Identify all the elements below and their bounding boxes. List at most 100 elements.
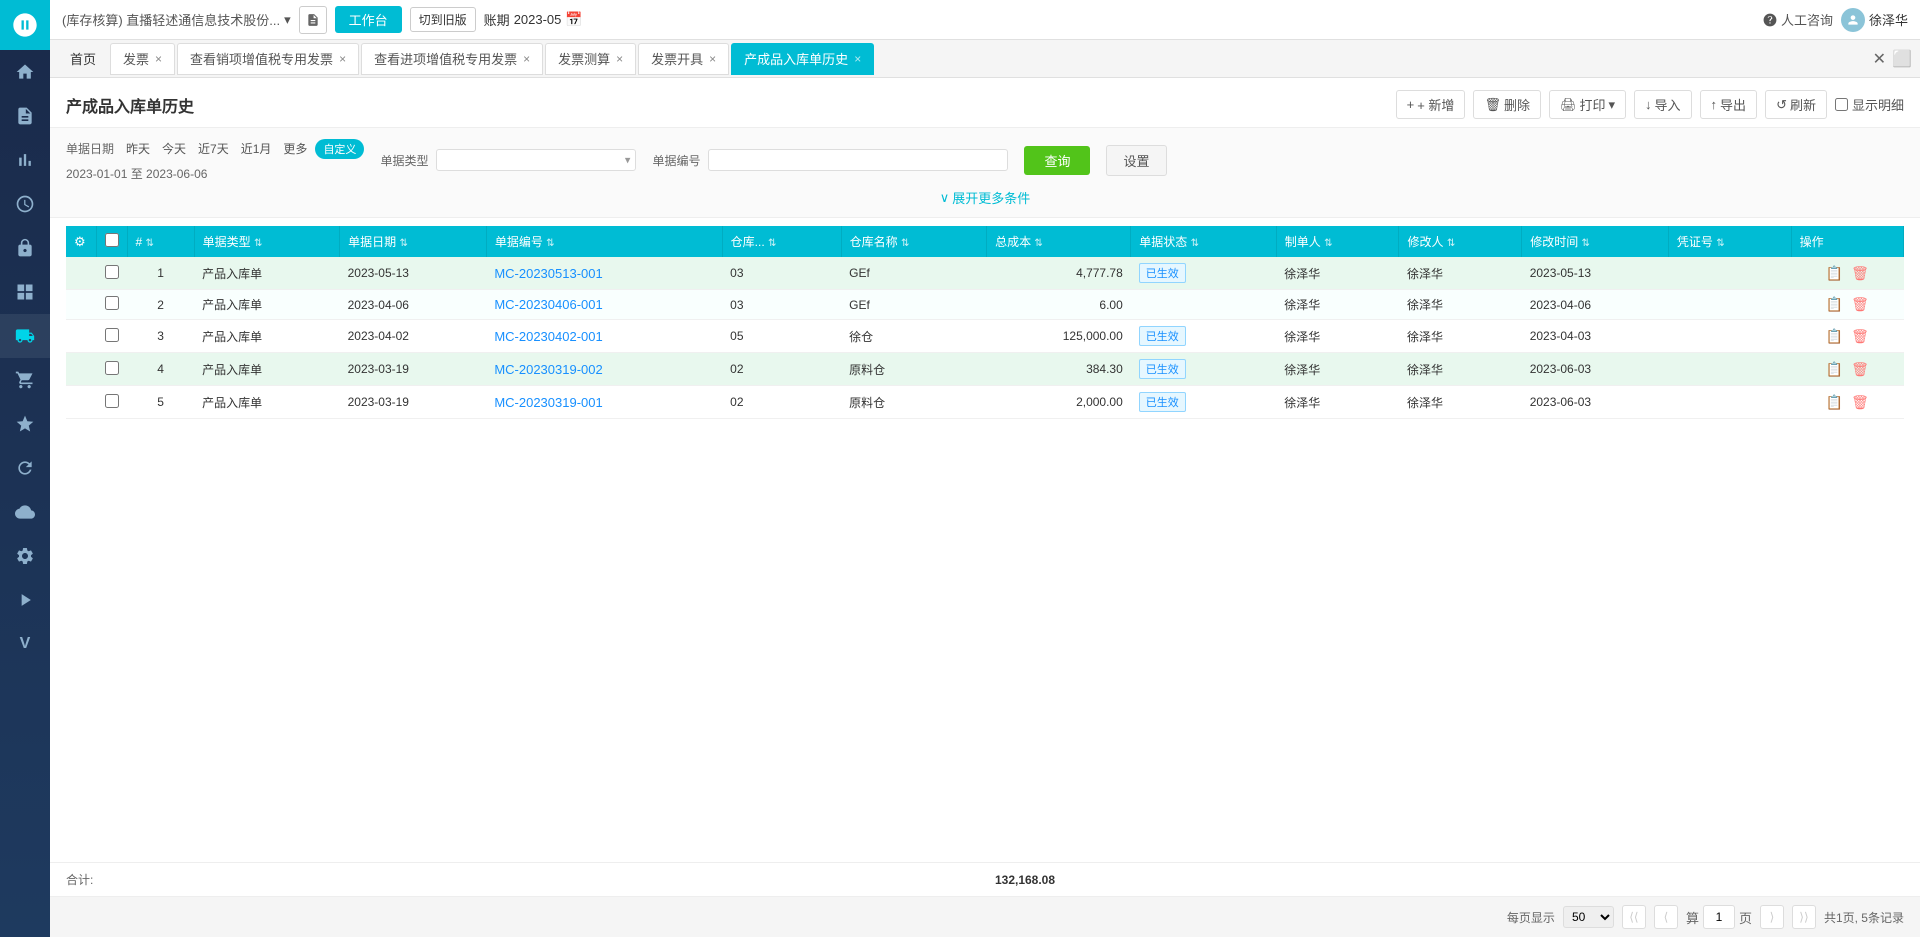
th-voucher[interactable]: 凭证号 ⇅: [1668, 226, 1791, 257]
company-dropdown-icon[interactable]: ▾: [284, 12, 291, 28]
select-all-checkbox[interactable]: [105, 233, 119, 247]
next-page-button[interactable]: ⟩: [1760, 905, 1784, 929]
delete-button[interactable]: 🗑 删除: [1473, 90, 1541, 119]
delete-icon-1[interactable]: 🗑: [1851, 296, 1869, 313]
shortcut-more[interactable]: 更多: [279, 138, 311, 159]
edit-icon-2[interactable]: 📋: [1826, 328, 1843, 345]
th-total-cost[interactable]: 总成本 ⇅: [987, 226, 1131, 257]
display-detail-checkbox[interactable]: [1835, 98, 1848, 111]
cell-op: 📋 🗑: [1791, 353, 1903, 386]
shortcut-custom[interactable]: 自定义: [315, 139, 364, 159]
first-page-button[interactable]: ⟨⟨: [1622, 905, 1646, 929]
footer-sum-label: 合计:: [66, 871, 146, 888]
sidebar-item-v[interactable]: V: [0, 622, 50, 666]
service-button[interactable]: 人工咨询: [1763, 10, 1833, 29]
tab-invoice[interactable]: 发票 ×: [110, 43, 175, 75]
reset-button[interactable]: 设置: [1106, 145, 1166, 176]
calendar-icon[interactable]: 📅: [565, 11, 582, 28]
sidebar-item-settings[interactable]: [0, 534, 50, 578]
sidebar-item-star[interactable]: [0, 402, 50, 446]
code-link-4[interactable]: MC-20230319-001: [494, 395, 602, 410]
per-page-select[interactable]: 10 20 50 100: [1563, 906, 1614, 928]
delete-icon-4[interactable]: 🗑: [1851, 394, 1869, 411]
prev-page-button[interactable]: ⟨: [1654, 905, 1678, 929]
filter-type-select[interactable]: 产品入库单: [436, 149, 636, 171]
th-checkbox[interactable]: [96, 226, 127, 257]
tab-home[interactable]: 首页: [58, 43, 108, 75]
th-creator[interactable]: 制单人 ⇅: [1276, 226, 1399, 257]
print-button[interactable]: 🖨 打印 ▾: [1549, 90, 1626, 119]
new-button[interactable]: + + 新增: [1396, 90, 1466, 119]
edit-icon-1[interactable]: 📋: [1826, 296, 1843, 313]
row-checkbox-2[interactable]: [105, 328, 119, 342]
edit-icon-4[interactable]: 📋: [1826, 394, 1843, 411]
sidebar-item-lock[interactable]: [0, 226, 50, 270]
tab-check-sales[interactable]: 查看销项增值税专用发票 ×: [177, 43, 359, 75]
maximize-button[interactable]: ⬜: [1892, 49, 1912, 69]
user-menu[interactable]: 徐泽华: [1841, 8, 1908, 32]
display-detail-checkbox-label[interactable]: 显示明细: [1835, 95, 1904, 114]
expand-conditions-button[interactable]: ∨ 展开更多条件: [940, 188, 1031, 207]
switch-old-version-button[interactable]: 切到旧版: [410, 7, 476, 32]
edit-icon-3[interactable]: 📋: [1826, 361, 1843, 378]
row-checkbox-0[interactable]: [105, 265, 119, 279]
delete-icon-2[interactable]: 🗑: [1851, 328, 1869, 345]
delete-icon-3[interactable]: 🗑: [1851, 361, 1869, 378]
delete-icon-0[interactable]: 🗑: [1851, 265, 1869, 282]
shortcut-yesterday[interactable]: 昨天: [122, 138, 154, 159]
cell-modifier: 徐泽华: [1399, 353, 1522, 386]
code-link-2[interactable]: MC-20230402-001: [494, 329, 602, 344]
code-link-0[interactable]: MC-20230513-001: [494, 266, 602, 281]
sidebar-item-grid[interactable]: [0, 270, 50, 314]
cell-type: 产品入库单: [194, 353, 339, 386]
tab-warehouse-history-close[interactable]: ×: [854, 52, 861, 66]
shortcut-7days[interactable]: 近7天: [194, 138, 233, 159]
row-checkbox-3[interactable]: [105, 361, 119, 375]
import-button[interactable]: ↓ 导入: [1634, 90, 1692, 119]
sidebar-item-document[interactable]: [0, 94, 50, 138]
shortcut-1month[interactable]: 近1月: [237, 138, 276, 159]
workbench-button[interactable]: 工作台: [335, 6, 402, 33]
tab-check-purchase-close[interactable]: ×: [523, 52, 530, 66]
sidebar-item-refresh[interactable]: [0, 446, 50, 490]
company-selector[interactable]: (库存核算) 直播轻述通信息技术股份... ▾: [62, 10, 291, 29]
row-checkbox-4[interactable]: [105, 394, 119, 408]
th-settings[interactable]: ⚙: [66, 226, 96, 257]
sidebar-item-play[interactable]: [0, 578, 50, 622]
th-type[interactable]: 单据类型 ⇅: [194, 226, 339, 257]
tab-invoice-open[interactable]: 发票开具 ×: [638, 43, 729, 75]
tab-check-sales-close[interactable]: ×: [339, 52, 346, 66]
tab-warehouse-history[interactable]: 产成品入库单历史 ×: [731, 43, 874, 75]
th-modifier[interactable]: 修改人 ⇅: [1399, 226, 1522, 257]
doc-button[interactable]: [299, 6, 327, 34]
th-warehouse-code[interactable]: 仓库... ⇅: [722, 226, 841, 257]
row-checkbox-1[interactable]: [105, 296, 119, 310]
th-code[interactable]: 单据编号 ⇅: [486, 226, 722, 257]
sidebar-item-warehouse[interactable]: [0, 314, 50, 358]
code-link-1[interactable]: MC-20230406-001: [494, 297, 602, 312]
th-modify-time[interactable]: 修改时间 ⇅: [1522, 226, 1669, 257]
sidebar-item-home[interactable]: [0, 50, 50, 94]
last-page-button[interactable]: ⟩⟩: [1792, 905, 1816, 929]
sidebar-item-clock[interactable]: [0, 182, 50, 226]
refresh-button[interactable]: ↺ 刷新: [1765, 90, 1827, 119]
edit-icon-0[interactable]: 📋: [1826, 265, 1843, 282]
export-button[interactable]: ↑ 导出: [1700, 90, 1758, 119]
filter-no-input[interactable]: [708, 149, 1008, 171]
th-status[interactable]: 单据状态 ⇅: [1131, 226, 1276, 257]
sidebar-item-cloud[interactable]: [0, 490, 50, 534]
shortcut-today[interactable]: 今天: [158, 138, 190, 159]
tab-check-purchase[interactable]: 查看进项增值税专用发票 ×: [361, 43, 543, 75]
sidebar-item-shopping[interactable]: [0, 358, 50, 402]
sidebar-item-chart[interactable]: [0, 138, 50, 182]
th-warehouse-name[interactable]: 仓库名称 ⇅: [841, 226, 986, 257]
tab-invoice-open-close[interactable]: ×: [709, 52, 716, 66]
code-link-3[interactable]: MC-20230319-002: [494, 362, 602, 377]
th-date[interactable]: 单据日期 ⇅: [340, 226, 487, 257]
page-input[interactable]: [1703, 905, 1735, 929]
tab-invoice-close[interactable]: ×: [155, 52, 162, 66]
close-all-tabs-button[interactable]: ✕: [1873, 49, 1886, 69]
tab-invoice-calc[interactable]: 发票测算 ×: [545, 43, 636, 75]
tab-invoice-calc-close[interactable]: ×: [616, 52, 623, 66]
search-button[interactable]: 查询: [1024, 146, 1090, 175]
